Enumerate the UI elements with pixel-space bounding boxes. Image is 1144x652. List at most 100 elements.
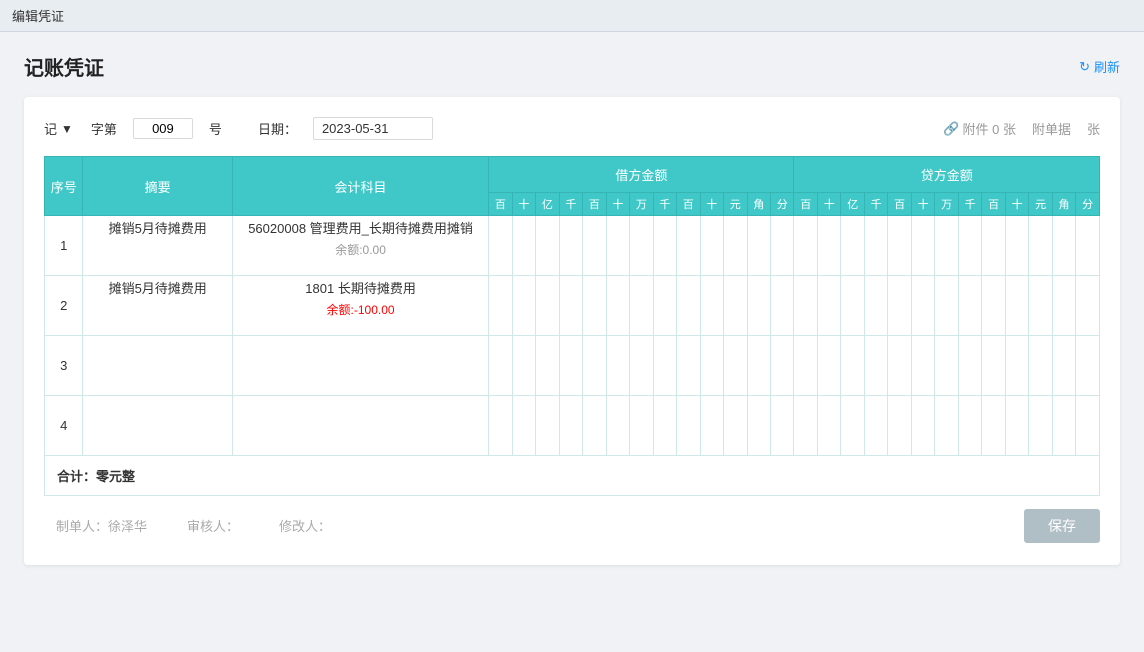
cell-amount-1-22[interactable] bbox=[1005, 276, 1028, 336]
cell-account-1[interactable]: 1801 长期待摊费用余额:-100.00 bbox=[232, 276, 488, 336]
cell-amount-2-16[interactable] bbox=[864, 336, 887, 396]
cell-amount-3-8[interactable] bbox=[677, 396, 700, 456]
cell-amount-1-5[interactable] bbox=[606, 276, 629, 336]
cell-amount-2-1[interactable] bbox=[512, 336, 535, 396]
cell-amount-0-6[interactable] bbox=[630, 216, 653, 276]
cell-amount-3-22[interactable] bbox=[1005, 396, 1028, 456]
cell-amount-1-0[interactable] bbox=[489, 276, 512, 336]
cell-amount-0-14[interactable] bbox=[817, 216, 840, 276]
cell-amount-0-19[interactable] bbox=[935, 216, 958, 276]
cell-amount-2-17[interactable] bbox=[888, 336, 911, 396]
cell-amount-3-6[interactable] bbox=[630, 396, 653, 456]
fujin-label[interactable]: 附单据 bbox=[1032, 119, 1071, 138]
cell-amount-0-12[interactable] bbox=[771, 216, 794, 276]
cell-amount-3-21[interactable] bbox=[982, 396, 1005, 456]
cell-amount-3-23[interactable] bbox=[1029, 396, 1052, 456]
cell-amount-0-23[interactable] bbox=[1029, 216, 1052, 276]
cell-amount-0-17[interactable] bbox=[888, 216, 911, 276]
cell-amount-1-13[interactable] bbox=[794, 276, 817, 336]
cell-account-2[interactable] bbox=[232, 336, 488, 396]
cell-amount-0-13[interactable] bbox=[794, 216, 817, 276]
cell-amount-0-8[interactable] bbox=[677, 216, 700, 276]
cell-amount-0-10[interactable] bbox=[724, 216, 747, 276]
cell-amount-1-18[interactable] bbox=[911, 276, 934, 336]
cell-amount-0-21[interactable] bbox=[982, 216, 1005, 276]
cell-amount-0-20[interactable] bbox=[958, 216, 981, 276]
cell-amount-2-0[interactable] bbox=[489, 336, 512, 396]
cell-amount-2-12[interactable] bbox=[771, 336, 794, 396]
cell-amount-0-22[interactable] bbox=[1005, 216, 1028, 276]
cell-amount-2-7[interactable] bbox=[653, 336, 676, 396]
cell-amount-1-2[interactable] bbox=[536, 276, 559, 336]
cell-amount-1-14[interactable] bbox=[817, 276, 840, 336]
cell-amount-2-22[interactable] bbox=[1005, 336, 1028, 396]
refresh-button[interactable]: ↻ 刷新 bbox=[1079, 57, 1120, 76]
cell-amount-0-15[interactable] bbox=[841, 216, 864, 276]
cell-amount-2-25[interactable] bbox=[1076, 336, 1100, 396]
cell-amount-3-25[interactable] bbox=[1076, 396, 1100, 456]
cell-amount-2-24[interactable] bbox=[1052, 336, 1075, 396]
cell-amount-2-6[interactable] bbox=[630, 336, 653, 396]
cell-account-3[interactable] bbox=[232, 396, 488, 456]
cell-amount-3-12[interactable] bbox=[771, 396, 794, 456]
cell-amount-1-15[interactable] bbox=[841, 276, 864, 336]
cell-amount-3-10[interactable] bbox=[724, 396, 747, 456]
cell-amount-1-9[interactable] bbox=[700, 276, 723, 336]
cell-summary-2[interactable] bbox=[83, 336, 232, 396]
voucher-number-input[interactable] bbox=[133, 118, 193, 139]
cell-amount-3-3[interactable] bbox=[559, 396, 582, 456]
cell-amount-1-10[interactable] bbox=[724, 276, 747, 336]
cell-amount-0-7[interactable] bbox=[653, 216, 676, 276]
cell-amount-1-1[interactable] bbox=[512, 276, 535, 336]
cell-amount-0-4[interactable] bbox=[583, 216, 606, 276]
cell-amount-2-14[interactable] bbox=[817, 336, 840, 396]
cell-account-0[interactable]: 56020008 管理费用_长期待摊费用摊销余额:0.00 bbox=[232, 216, 488, 276]
cell-amount-2-5[interactable] bbox=[606, 336, 629, 396]
cell-amount-3-11[interactable] bbox=[747, 396, 770, 456]
cell-amount-0-0[interactable] bbox=[489, 216, 512, 276]
attachment-link[interactable]: 🔗 附件 0 张 bbox=[943, 119, 1016, 138]
cell-amount-3-5[interactable] bbox=[606, 396, 629, 456]
cell-summary-3[interactable] bbox=[83, 396, 232, 456]
cell-amount-0-25[interactable] bbox=[1076, 216, 1100, 276]
cell-amount-1-4[interactable] bbox=[583, 276, 606, 336]
cell-amount-3-24[interactable] bbox=[1052, 396, 1075, 456]
cell-amount-3-20[interactable] bbox=[958, 396, 981, 456]
cell-amount-3-19[interactable] bbox=[935, 396, 958, 456]
cell-amount-1-3[interactable] bbox=[559, 276, 582, 336]
cell-amount-1-6[interactable] bbox=[630, 276, 653, 336]
date-input[interactable] bbox=[313, 117, 433, 140]
cell-amount-0-9[interactable] bbox=[700, 216, 723, 276]
cell-amount-2-3[interactable] bbox=[559, 336, 582, 396]
cell-amount-1-17[interactable] bbox=[888, 276, 911, 336]
cell-amount-1-8[interactable] bbox=[677, 276, 700, 336]
cell-amount-3-16[interactable] bbox=[864, 396, 887, 456]
cell-amount-2-8[interactable] bbox=[677, 336, 700, 396]
cell-amount-2-11[interactable] bbox=[747, 336, 770, 396]
cell-amount-1-16[interactable] bbox=[864, 276, 887, 336]
cell-amount-0-3[interactable] bbox=[559, 216, 582, 276]
cell-amount-3-13[interactable] bbox=[794, 396, 817, 456]
cell-amount-1-19[interactable] bbox=[935, 276, 958, 336]
cell-amount-2-4[interactable] bbox=[583, 336, 606, 396]
cell-amount-3-2[interactable] bbox=[536, 396, 559, 456]
cell-summary-0[interactable]: 摊销5月待摊费用 bbox=[83, 216, 232, 276]
cell-amount-2-19[interactable] bbox=[935, 336, 958, 396]
cell-amount-1-7[interactable] bbox=[653, 276, 676, 336]
cell-amount-3-9[interactable] bbox=[700, 396, 723, 456]
cell-amount-3-17[interactable] bbox=[888, 396, 911, 456]
cell-summary-1[interactable]: 摊销5月待摊费用 bbox=[83, 276, 232, 336]
cell-amount-2-20[interactable] bbox=[958, 336, 981, 396]
cell-amount-0-5[interactable] bbox=[606, 216, 629, 276]
cell-amount-1-25[interactable] bbox=[1076, 276, 1100, 336]
cell-amount-3-18[interactable] bbox=[911, 396, 934, 456]
cell-amount-1-21[interactable] bbox=[982, 276, 1005, 336]
cell-amount-1-24[interactable] bbox=[1052, 276, 1075, 336]
cell-amount-0-11[interactable] bbox=[747, 216, 770, 276]
cell-amount-1-12[interactable] bbox=[771, 276, 794, 336]
cell-amount-0-16[interactable] bbox=[864, 216, 887, 276]
cell-amount-2-15[interactable] bbox=[841, 336, 864, 396]
cell-amount-2-9[interactable] bbox=[700, 336, 723, 396]
cell-amount-0-24[interactable] bbox=[1052, 216, 1075, 276]
cell-amount-2-21[interactable] bbox=[982, 336, 1005, 396]
